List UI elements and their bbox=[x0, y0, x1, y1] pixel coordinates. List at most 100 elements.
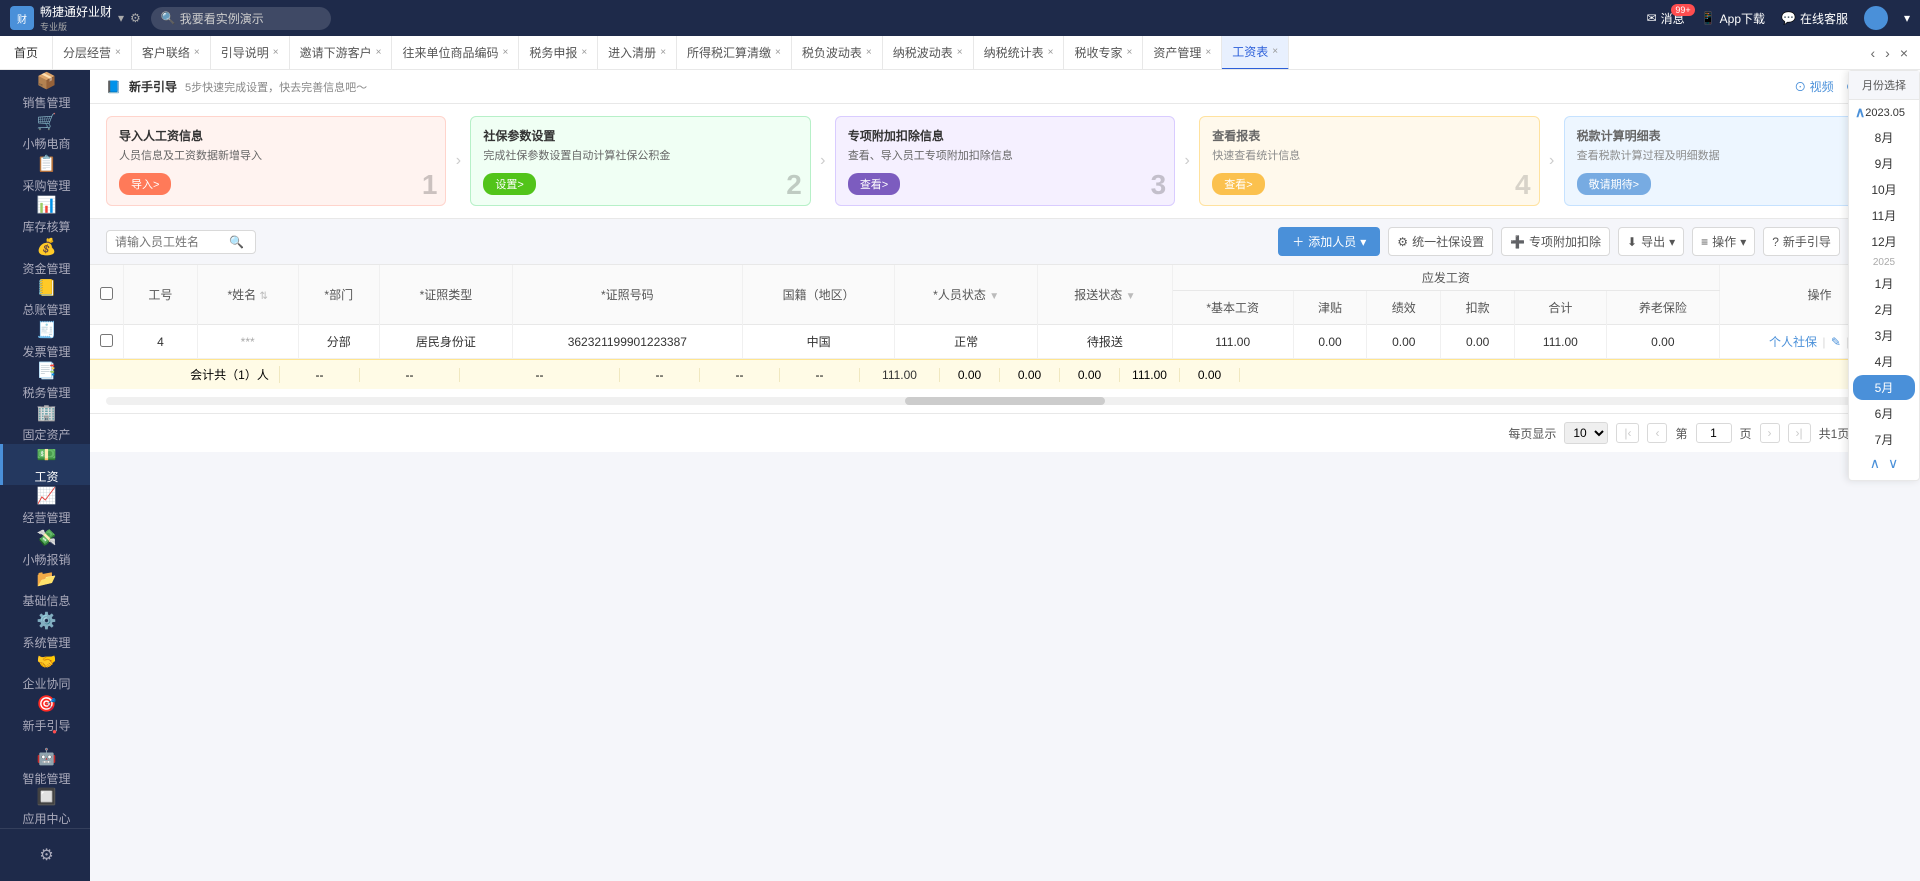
step-1-btn[interactable]: 导入> bbox=[119, 173, 171, 195]
sidebar-item-销售管理[interactable]: 📦 销售管理 bbox=[0, 70, 90, 112]
tab-close-工资表[interactable]: × bbox=[1272, 46, 1278, 57]
step-5-btn[interactable]: 敬请期待> bbox=[1577, 173, 1651, 195]
page-first-btn[interactable]: |‹ bbox=[1616, 423, 1639, 443]
per-page-select[interactable]: 10 20 50 bbox=[1564, 422, 1608, 444]
app-download-button[interactable]: 📱 App下载 bbox=[1701, 10, 1765, 27]
tab-客户联络[interactable]: 客户联络 × bbox=[132, 36, 211, 70]
dropdown-icon[interactable]: ▾ bbox=[118, 11, 124, 25]
page-input[interactable] bbox=[1696, 423, 1732, 443]
tab-close-分层经营[interactable]: × bbox=[115, 47, 121, 58]
sidebar-item-库存核算[interactable]: 📊 库存核算 bbox=[0, 195, 90, 237]
tab-close-引导说明[interactable]: × bbox=[273, 47, 279, 58]
guide-btn[interactable]: ? 新手引导 bbox=[1763, 227, 1840, 256]
tab-分层经营[interactable]: 分层经营 × bbox=[53, 36, 132, 70]
tab-税负波动表[interactable]: 税负波动表 × bbox=[792, 36, 883, 70]
tab-close-税负[interactable]: × bbox=[866, 47, 872, 58]
sidebar-item-settings[interactable]: ⚙ bbox=[0, 829, 90, 881]
tab-nav-left[interactable]: ‹ bbox=[1866, 43, 1879, 63]
scrollbar-thumb[interactable] bbox=[905, 397, 1105, 405]
sidebar-item-基础信息[interactable]: 📂 基础信息 bbox=[0, 568, 90, 610]
step-2-btn[interactable]: 设置> bbox=[483, 173, 535, 195]
month-item-12[interactable]: 12月 bbox=[1853, 229, 1915, 254]
tab-工资表[interactable]: 工资表 × bbox=[1222, 36, 1289, 70]
tab-税务申报[interactable]: 税务申报 × bbox=[519, 36, 598, 70]
sidebar-item-资金管理[interactable]: 💰 资金管理 bbox=[0, 236, 90, 278]
horizontal-scrollbar[interactable] bbox=[90, 389, 1920, 413]
avatar[interactable] bbox=[1864, 6, 1888, 30]
sidebar-item-智能管理[interactable]: ● 🤖 智能管理 bbox=[0, 735, 90, 787]
special-deduction-btn[interactable]: ➕ 专项附加扣除 bbox=[1501, 227, 1610, 256]
tab-nav-right[interactable]: › bbox=[1881, 43, 1894, 63]
tab-close-客户联络[interactable]: × bbox=[194, 47, 200, 58]
tab-所得税汇算清缴[interactable]: 所得税汇算清缴 × bbox=[677, 36, 792, 70]
month-scroll-down[interactable]: ∨ bbox=[1888, 456, 1898, 470]
tab-close-邀请下游客户[interactable]: × bbox=[376, 47, 382, 58]
sidebar-item-经营管理[interactable]: 📈 经营管理 bbox=[0, 485, 90, 527]
tab-close-税务申报[interactable]: × bbox=[581, 47, 587, 58]
month-item-8[interactable]: 8月 bbox=[1853, 125, 1915, 150]
tab-往来单位商品编码[interactable]: 往来单位商品编码 × bbox=[392, 36, 519, 70]
sidebar-item-固定资产[interactable]: 🏢 固定资产 bbox=[0, 402, 90, 444]
tab-资产管理[interactable]: 资产管理 × bbox=[1143, 36, 1222, 70]
tab-引导说明[interactable]: 引导说明 × bbox=[211, 36, 290, 70]
month-year-up[interactable]: ∧ bbox=[1855, 104, 1865, 121]
sidebar-item-小畅电商[interactable]: 🛒 小畅电商 bbox=[0, 112, 90, 154]
month-item-10[interactable]: 10月 bbox=[1853, 177, 1915, 202]
sidebar-item-工资[interactable]: 💵 工资 bbox=[0, 444, 90, 486]
settings-icon[interactable]: ⚙ bbox=[130, 11, 141, 25]
tab-close-所得税[interactable]: × bbox=[775, 47, 781, 58]
sidebar-item-新手引导[interactable]: 🎯 新手引导 bbox=[0, 693, 90, 735]
sidebar-item-系统管理[interactable]: ⚙️ 系统管理 bbox=[0, 610, 90, 652]
top-search[interactable]: 🔍 我要看实例演示 bbox=[151, 7, 331, 30]
tab-nav-close-all[interactable]: × bbox=[1896, 43, 1912, 63]
video-link[interactable]: ⊙ 视频 bbox=[1794, 78, 1833, 95]
tab-close-资产管理[interactable]: × bbox=[1205, 47, 1211, 58]
tab-close-税收专家[interactable]: × bbox=[1126, 47, 1132, 58]
add-person-button[interactable]: ＋ 添加人员 ▾ bbox=[1278, 227, 1380, 256]
tab-close-进入清册[interactable]: × bbox=[660, 47, 666, 58]
user-arrow-icon[interactable]: ▾ bbox=[1904, 11, 1910, 25]
row-checkbox[interactable] bbox=[100, 334, 113, 347]
page-prev-btn[interactable]: ‹ bbox=[1647, 423, 1667, 443]
sidebar-item-税务管理[interactable]: 📑 税务管理 bbox=[0, 361, 90, 403]
personal-insurance-link[interactable]: 个人社保 bbox=[1769, 335, 1817, 349]
search-wrap[interactable]: 🔍 bbox=[106, 230, 256, 254]
filter-status-icon[interactable]: ▼ bbox=[989, 291, 999, 302]
tab-home[interactable]: 首页 bbox=[0, 36, 53, 70]
sort-name-icon[interactable]: ⇅ bbox=[259, 291, 267, 302]
search-input[interactable] bbox=[115, 235, 225, 249]
tab-纳税波动表[interactable]: 纳税波动表 × bbox=[883, 36, 974, 70]
edit-link[interactable]: ✎ bbox=[1831, 335, 1841, 349]
tab-进入清册[interactable]: 进入清册 × bbox=[598, 36, 677, 70]
operation-btn[interactable]: ≡ 操作 ▾ bbox=[1692, 227, 1755, 256]
sidebar-item-采购管理[interactable]: 📋 采购管理 bbox=[0, 153, 90, 195]
step-4-btn[interactable]: 查看> bbox=[1212, 173, 1264, 195]
select-all-checkbox[interactable] bbox=[100, 287, 113, 300]
tab-close-纳税统计[interactable]: × bbox=[1048, 47, 1054, 58]
month-item-6[interactable]: 6月 bbox=[1853, 401, 1915, 426]
message-button[interactable]: ✉ 消息 99+ bbox=[1647, 10, 1685, 27]
filter-report-icon[interactable]: ▼ bbox=[1126, 291, 1136, 302]
month-item-4[interactable]: 4月 bbox=[1853, 349, 1915, 374]
search-submit-icon[interactable]: 🔍 bbox=[229, 235, 244, 249]
month-item-1[interactable]: 1月 bbox=[1853, 271, 1915, 296]
sidebar-item-发票管理[interactable]: 🧾 发票管理 bbox=[0, 319, 90, 361]
sidebar-item-应用中心[interactable]: 🔲 应用中心 bbox=[0, 787, 90, 829]
sidebar-item-企业协同[interactable]: 🤝 企业协同 bbox=[0, 651, 90, 693]
page-last-btn[interactable]: ›| bbox=[1788, 423, 1811, 443]
sidebar-item-总账管理[interactable]: 📒 总账管理 bbox=[0, 278, 90, 320]
month-item-5[interactable]: 5月 bbox=[1853, 375, 1915, 400]
tab-税收专家[interactable]: 税收专家 × bbox=[1064, 36, 1143, 70]
month-item-2[interactable]: 2月 bbox=[1853, 297, 1915, 322]
month-item-11[interactable]: 11月 bbox=[1853, 203, 1915, 228]
export-btn[interactable]: ⬇ 导出 ▾ bbox=[1618, 227, 1684, 256]
social-insurance-btn[interactable]: ⚙ 统一社保设置 bbox=[1388, 227, 1493, 256]
month-item-9[interactable]: 9月 bbox=[1853, 151, 1915, 176]
tab-邀请下游客户[interactable]: 邀请下游客户 × bbox=[290, 36, 393, 70]
tab-close-往来单位[interactable]: × bbox=[502, 47, 508, 58]
month-item-7[interactable]: 7月 bbox=[1853, 427, 1915, 452]
month-scroll-up[interactable]: ∧ bbox=[1870, 456, 1880, 470]
page-next-btn[interactable]: › bbox=[1760, 423, 1780, 443]
tab-纳税统计表[interactable]: 纳税统计表 × bbox=[974, 36, 1065, 70]
sidebar-item-小畅报销[interactable]: 💸 小畅报销 bbox=[0, 527, 90, 569]
